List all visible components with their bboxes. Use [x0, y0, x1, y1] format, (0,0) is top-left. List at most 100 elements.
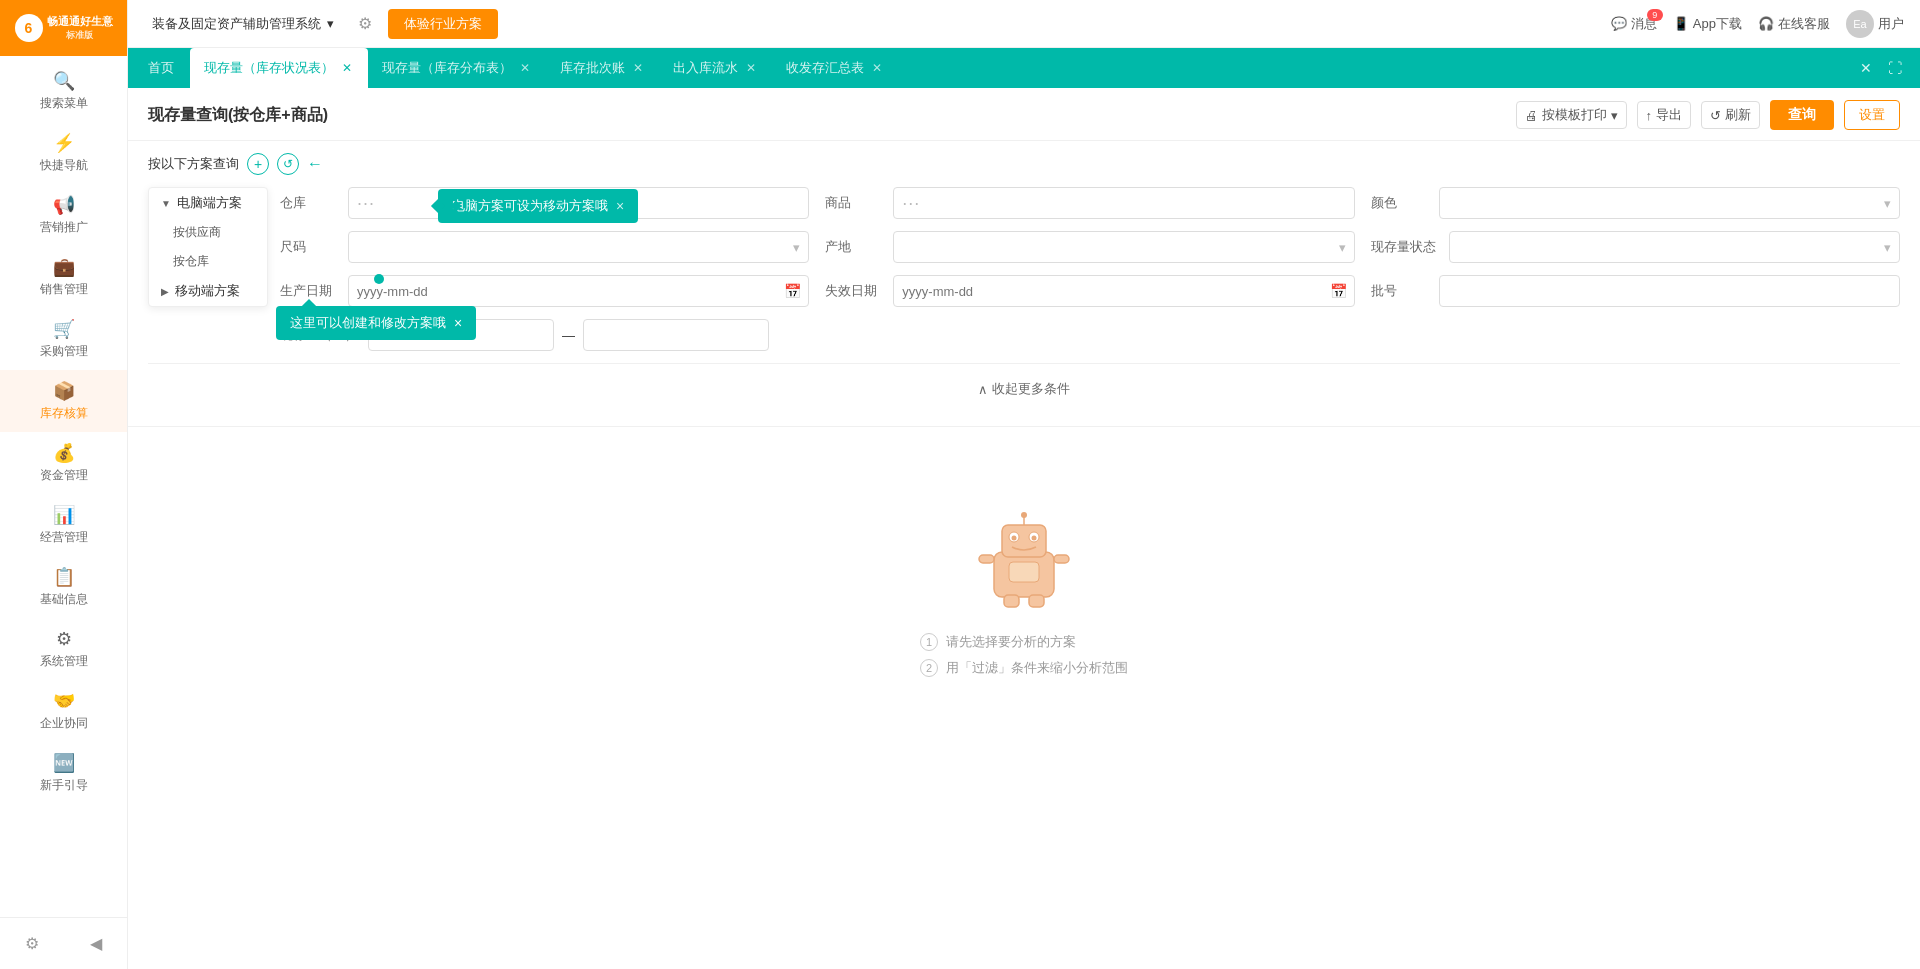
tab-inventory-status[interactable]: 现存量（库存状况表） ✕	[190, 48, 368, 88]
header-gear-btn[interactable]: ⚙	[354, 10, 376, 37]
origin-label: 产地	[825, 238, 885, 256]
tab-receive-summary[interactable]: 收发存汇总表 ✕	[772, 48, 898, 88]
sidebar-item-enterprise[interactable]: 🤝 企业协同	[0, 680, 127, 742]
search-icon: 🔍	[53, 70, 75, 92]
tree-item-supplier-label: 按供应商	[173, 224, 221, 241]
inv-qty-max-input[interactable]	[583, 319, 769, 351]
color-select[interactable]: ▾	[1439, 187, 1900, 219]
empty-state: 1 请先选择要分析的方案 2 用「过滤」条件来缩小分析范围	[128, 427, 1920, 757]
filter-field-size: 尺码 ▾	[280, 231, 809, 263]
sidebar-item-label: 新手引导	[40, 777, 88, 794]
tree-item-desktop-label: 电脑端方案	[177, 194, 242, 212]
prod-date-input[interactable]	[348, 275, 809, 307]
create-tooltip-close[interactable]: ×	[454, 315, 462, 331]
refresh-btn[interactable]: ↺ 刷新	[1701, 101, 1760, 129]
product-select[interactable]: ···	[893, 187, 1354, 219]
connector-dot	[374, 274, 384, 284]
message-badge: 9	[1647, 9, 1663, 21]
tab-inventory-dist-label: 现存量（库存分布表）	[382, 59, 512, 77]
export-label: 导出	[1656, 106, 1682, 124]
empty-tip-2: 2 用「过滤」条件来缩小分析范围	[920, 659, 1128, 677]
export-btn[interactable]: ↑ 导出	[1637, 101, 1692, 129]
tab-close-icon[interactable]: ✕	[631, 60, 645, 76]
sidebar-item-guide[interactable]: 🆕 新手引导	[0, 742, 127, 804]
enterprise-icon: 🤝	[53, 690, 75, 712]
batch-input[interactable]	[1439, 275, 1900, 307]
filter-row-4: 现存量（主） —	[280, 319, 1900, 351]
filter-add-btn[interactable]: +	[247, 153, 269, 175]
exp-date-label: 失效日期	[825, 282, 885, 300]
settings-btn[interactable]: 设置	[1844, 100, 1900, 130]
sidebar-item-operation[interactable]: 📊 经营管理	[0, 494, 127, 556]
sidebar-item-system[interactable]: ⚙ 系统管理	[0, 618, 127, 680]
tab-bar-right: ✕ ⛶	[1846, 48, 1916, 88]
exp-date-input[interactable]	[893, 275, 1354, 307]
filter-field-prod-date: 生产日期 📅	[280, 275, 809, 307]
chevron-down-icon-size: ▾	[793, 240, 800, 255]
sidebar-item-inventory[interactable]: 📦 库存核算	[0, 370, 127, 432]
tab-close-icon[interactable]: ✕	[744, 60, 758, 76]
filter-field-inv-status: 现存量状态 ▾	[1371, 231, 1900, 263]
tree-item-desktop[interactable]: ▼ 电脑端方案	[149, 188, 267, 218]
sidebar-menu: 🔍 搜索菜单 ⚡ 快捷导航 📢 营销推广 💼 销售管理 🛒 采购管理 📦 库存核…	[0, 56, 127, 917]
tree-item-by-warehouse[interactable]: 按仓库	[149, 247, 267, 276]
sidebar-settings-btn[interactable]: ⚙	[17, 930, 47, 957]
color-label: 颜色	[1371, 194, 1431, 212]
app-download-action[interactable]: 📱 App下载	[1673, 15, 1742, 33]
sidebar-item-label: 搜索菜单	[40, 95, 88, 112]
chevron-down-icon: ▾	[1611, 108, 1618, 123]
sidebar-item-sales[interactable]: 💼 销售管理	[0, 246, 127, 308]
svg-rect-7	[1054, 555, 1069, 563]
tree-item-by-supplier[interactable]: 按供应商	[149, 218, 267, 247]
scheme-mobile-tooltip-close[interactable]: ×	[616, 198, 624, 214]
inv-status-select[interactable]: ▾	[1449, 231, 1900, 263]
origin-select[interactable]: ▾	[893, 231, 1354, 263]
refresh-icon: ↺	[1710, 108, 1721, 123]
sidebar-item-label: 快捷导航	[40, 157, 88, 174]
message-action[interactable]: 💬 消息 9	[1611, 15, 1657, 33]
content-area: 现存量查询(按仓库+商品) 🖨 按模板打印 ▾ ↑ 导出 ↺ 刷新	[128, 88, 1920, 969]
filter-dots-1: ···	[357, 193, 375, 214]
tip-text-2: 用「过滤」条件来缩小分析范围	[946, 659, 1128, 677]
chevron-down-icon-origin: ▾	[1339, 240, 1346, 255]
system-name: 装备及固定资产辅助管理系统	[152, 15, 321, 33]
logo-badge: 标准版	[47, 30, 113, 42]
sidebar-item-marketing[interactable]: 📢 营销推广	[0, 184, 127, 246]
print-template-btn[interactable]: 🖨 按模板打印 ▾	[1516, 101, 1627, 129]
tab-fullscreen-btn[interactable]: ⛶	[1882, 56, 1908, 80]
query-btn[interactable]: 查询	[1770, 100, 1834, 130]
filter-back-btn[interactable]: ←	[307, 155, 323, 173]
system-icon: ⚙	[56, 628, 72, 650]
exp-date-wrapper: 📅	[893, 275, 1354, 307]
tab-close-icon[interactable]: ✕	[870, 60, 884, 76]
tab-close-icon[interactable]: ✕	[340, 60, 354, 76]
tab-in-out-flow[interactable]: 出入库流水 ✕	[659, 48, 772, 88]
tab-close-icon[interactable]: ✕	[518, 60, 532, 76]
user-action[interactable]: Ea 用户	[1846, 10, 1904, 38]
tab-close-all-btn[interactable]: ✕	[1854, 56, 1878, 80]
sidebar-item-finance[interactable]: 💰 资金管理	[0, 432, 127, 494]
triangle-icon: ▼	[161, 198, 171, 209]
system-selector[interactable]: 装备及固定资产辅助管理系统 ▾	[144, 11, 342, 37]
refresh-label: 刷新	[1725, 106, 1751, 124]
online-service-action[interactable]: 🎧 在线客服	[1758, 15, 1830, 33]
sidebar-item-quick-nav[interactable]: ⚡ 快捷导航	[0, 122, 127, 184]
sidebar-item-label: 系统管理	[40, 653, 88, 670]
sidebar-collapse-btn[interactable]: ◀	[82, 930, 110, 957]
size-select[interactable]: ▾	[348, 231, 809, 263]
triangle-right-icon: ▶	[161, 286, 169, 297]
tab-inventory-dist[interactable]: 现存量（库存分布表） ✕	[368, 48, 546, 88]
trial-btn[interactable]: 体验行业方案	[388, 9, 498, 39]
sidebar-item-purchase[interactable]: 🛒 采购管理	[0, 308, 127, 370]
sidebar-item-basic[interactable]: 📋 基础信息	[0, 556, 127, 618]
tab-batch-account[interactable]: 库存批次账 ✕	[546, 48, 659, 88]
tree-item-mobile[interactable]: ▶ 移动端方案	[149, 276, 267, 306]
range-dash: —	[562, 328, 575, 343]
collapse-btn[interactable]: ∧ 收起更多条件	[148, 372, 1900, 406]
chevron-up-icon: ∧	[978, 382, 988, 397]
tab-home[interactable]: 首页	[132, 48, 190, 88]
filter-refresh-btn[interactable]: ↺	[277, 153, 299, 175]
message-icon: 💬	[1611, 16, 1627, 31]
tree-item-mobile-label: 移动端方案	[175, 282, 240, 300]
sidebar-item-search[interactable]: 🔍 搜索菜单	[0, 60, 127, 122]
